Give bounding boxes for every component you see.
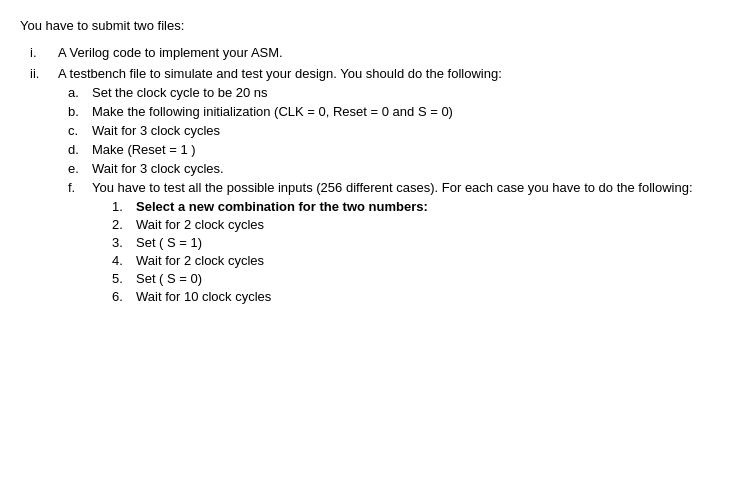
num-text-5: Set ( S = 0) (136, 271, 719, 286)
num-text-3: Set ( S = 1) (136, 235, 719, 250)
item-ii-label: A testbench file to simulate and test yo… (58, 66, 502, 81)
numeric-item-4: 4. Wait for 2 clock cycles (112, 253, 719, 268)
num-text-1: Select a new combination for the two num… (136, 199, 719, 214)
num-4: 4. (112, 253, 136, 268)
numeric-list: 1. Select a new combination for the two … (92, 199, 719, 304)
alpha-list: a. Set the clock cycle to be 20 ns b. Ma… (58, 85, 719, 307)
num-text-2: Wait for 2 clock cycles (136, 217, 719, 232)
label-c: c. (68, 123, 92, 138)
text-a: Set the clock cycle to be 20 ns (92, 85, 719, 100)
roman-i: i. (30, 45, 58, 60)
num-3: 3. (112, 235, 136, 250)
num-text-4: Wait for 2 clock cycles (136, 253, 719, 268)
num-1: 1. (112, 199, 136, 214)
label-f: f. (68, 180, 92, 307)
alpha-item-c: c. Wait for 3 clock cycles (68, 123, 719, 138)
text-b: Make the following initialization (CLK =… (92, 104, 719, 119)
text-e: Wait for 3 clock cycles. (92, 161, 719, 176)
label-b: b. (68, 104, 92, 119)
numeric-item-5: 5. Set ( S = 0) (112, 271, 719, 286)
numeric-item-3: 3. Set ( S = 1) (112, 235, 719, 250)
text-f-main: You have to test all the possible inputs… (92, 180, 693, 195)
roman-ii: ii. (30, 66, 58, 311)
list-item-i: i. A Verilog code to implement your ASM. (30, 45, 719, 60)
item-ii-text: A testbench file to simulate and test yo… (58, 66, 719, 311)
list-item-ii: ii. A testbench file to simulate and tes… (30, 66, 719, 311)
alpha-item-d: d. Make (Reset = 1 ) (68, 142, 719, 157)
numeric-item-2: 2. Wait for 2 clock cycles (112, 217, 719, 232)
text-d: Make (Reset = 1 ) (92, 142, 719, 157)
num-2: 2. (112, 217, 136, 232)
alpha-item-a: a. Set the clock cycle to be 20 ns (68, 85, 719, 100)
numeric-item-1: 1. Select a new combination for the two … (112, 199, 719, 214)
num-text-6: Wait for 10 clock cycles (136, 289, 719, 304)
alpha-item-b: b. Make the following initialization (CL… (68, 104, 719, 119)
item-i-text: A Verilog code to implement your ASM. (58, 45, 719, 60)
label-d: d. (68, 142, 92, 157)
num-5: 5. (112, 271, 136, 286)
alpha-item-e: e. Wait for 3 clock cycles. (68, 161, 719, 176)
alpha-item-f: f. You have to test all the possible inp… (68, 180, 719, 307)
outer-list: i. A Verilog code to implement your ASM.… (20, 45, 719, 311)
label-a: a. (68, 85, 92, 100)
text-f: You have to test all the possible inputs… (92, 180, 719, 307)
label-e: e. (68, 161, 92, 176)
num-6: 6. (112, 289, 136, 304)
text-c: Wait for 3 clock cycles (92, 123, 719, 138)
numeric-item-6: 6. Wait for 10 clock cycles (112, 289, 719, 304)
intro-text: You have to submit two files: (20, 18, 719, 33)
